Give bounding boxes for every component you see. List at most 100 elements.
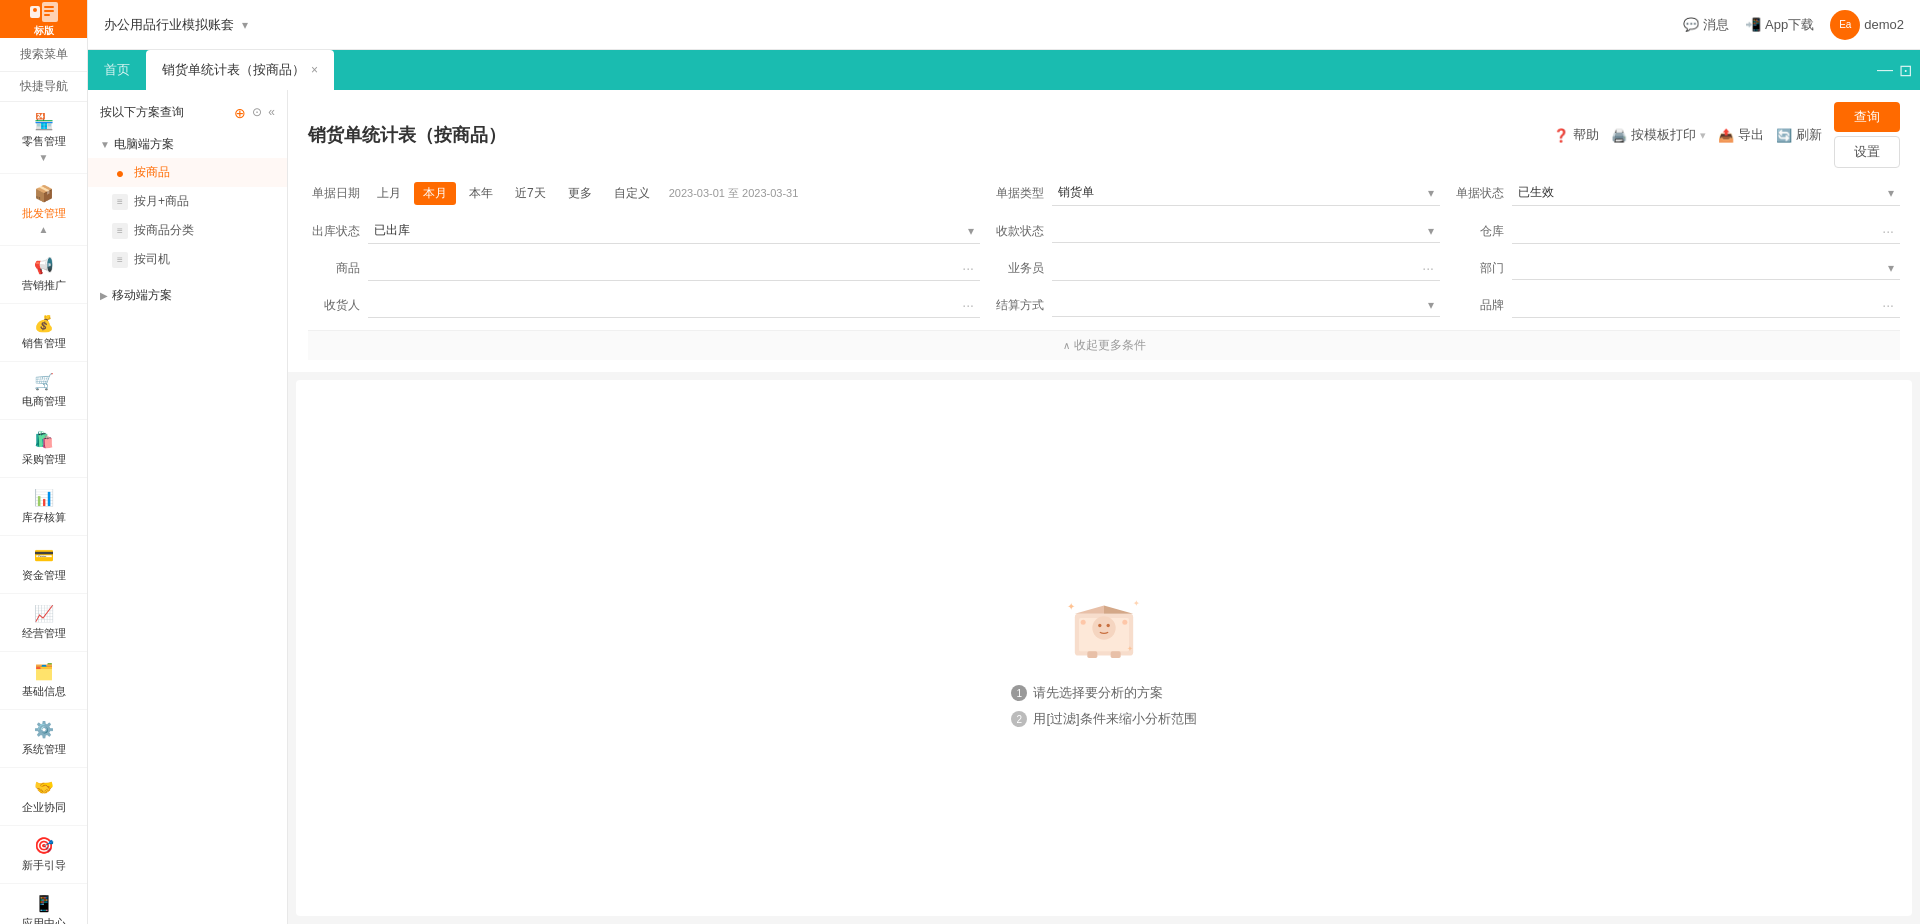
enterprise-icon: 🤝 xyxy=(34,778,54,797)
empty-tips: 1 请先选择要分析的方案 2 用[过滤]条件来缩小分析范围 xyxy=(1011,684,1196,728)
doctype-value[interactable]: 销货单 ▾ xyxy=(1052,180,1440,206)
inventory-icon: 📊 xyxy=(34,488,54,507)
apps-icon: 📱 xyxy=(34,894,54,913)
left-panel-icons: ⊕ ⊙ « xyxy=(234,105,275,121)
tip-num-1: 1 xyxy=(1011,685,1027,701)
sidebar-item-marketing[interactable]: 📢 营销推广 xyxy=(0,246,87,304)
sidebar-item-inventory[interactable]: 📊 库存核算 xyxy=(0,478,87,536)
scheme-category-icon: ≡ xyxy=(112,223,128,239)
svg-rect-13 xyxy=(1087,651,1097,658)
left-panel: 按以下方案查询 ⊕ ⊙ « ▼ 电脑端方案 ● 按商品 ≡ 按 xyxy=(88,90,288,924)
scheme-month-icon: ≡ xyxy=(112,194,128,210)
svg-text:✦: ✦ xyxy=(1067,601,1075,612)
tab-close-btn[interactable]: × xyxy=(311,63,318,77)
tab-maximize-icon[interactable]: ⊡ xyxy=(1899,61,1912,80)
collapse-panel-icon[interactable]: « xyxy=(268,105,275,121)
search-menu-btn[interactable]: 搜索菜单 xyxy=(0,38,87,72)
settings-scheme-icon[interactable]: ⊙ xyxy=(252,105,262,121)
logo-icon xyxy=(28,0,60,24)
filter-settlement-group: 结算方式 ▾ xyxy=(992,294,1440,317)
query-button[interactable]: 查询 xyxy=(1834,102,1900,132)
date-custom-btn[interactable]: 自定义 xyxy=(605,182,659,205)
collapse-icon: ∧ xyxy=(1063,340,1070,351)
tab-controls: — ⊡ xyxy=(1877,61,1920,80)
help-icon: ❓ xyxy=(1553,128,1569,143)
sidebar-item-basic[interactable]: 🗂️ 基础信息 xyxy=(0,652,87,710)
sidebar-item-apps[interactable]: 📱 应用中心 xyxy=(0,884,87,924)
desktop-schemes-category[interactable]: ▼ 电脑端方案 xyxy=(88,131,287,158)
settlement-dropdown-icon: ▾ xyxy=(1428,298,1434,312)
sidebar: 标版 搜索菜单 快捷导航 🏪 零售管理 ▼ 📦 批发管理 ▲ 📢 营销推广 💰 … xyxy=(0,0,88,924)
category-arrow: ▼ xyxy=(100,139,110,150)
main-area: 办公用品行业模拟账套 ▾ 💬 消息 📲 App下载 Ea demo2 首页 xyxy=(88,0,1920,924)
svg-text:✦: ✦ xyxy=(1127,645,1133,652)
help-btn[interactable]: ❓ 帮助 xyxy=(1553,126,1599,144)
refresh-btn[interactable]: 🔄 刷新 xyxy=(1776,126,1822,144)
tab-sales-stats[interactable]: 销货单统计表（按商品） × xyxy=(146,50,334,90)
mobile-arrow: ▶ xyxy=(100,290,108,301)
date-last-month-btn[interactable]: 上月 xyxy=(368,182,410,205)
industry-selector[interactable]: 办公用品行业模拟账套 ▾ xyxy=(104,16,248,34)
payment-value[interactable]: ▾ xyxy=(1052,220,1440,243)
retail-arrow: ▼ xyxy=(39,152,49,163)
sidebar-item-retail[interactable]: 🏪 零售管理 ▼ xyxy=(0,102,87,174)
download-icon: 📲 xyxy=(1745,17,1761,32)
ecommerce-icon: 🛒 xyxy=(34,372,54,391)
message-btn[interactable]: 💬 消息 xyxy=(1683,16,1729,34)
filter-docstatus-group: 单据状态 已生效 ▾ xyxy=(1452,180,1900,206)
scheme-by-scanner[interactable]: ≡ 按司机 xyxy=(88,245,287,274)
app-download-btn[interactable]: 📲 App下载 xyxy=(1745,16,1814,34)
sidebar-item-ecommerce[interactable]: 🛒 电商管理 xyxy=(0,362,87,420)
settings-button[interactable]: 设置 xyxy=(1834,136,1900,168)
mobile-schemes-category[interactable]: ▶ 移动端方案 xyxy=(88,282,287,309)
sidebar-item-wholesale[interactable]: 📦 批发管理 ▲ xyxy=(0,174,87,246)
finance-icon: 💳 xyxy=(34,546,54,565)
filter-section: 销货单统计表（按商品） ❓ 帮助 🖨️ 按模板打印 ▾ 📤 xyxy=(288,90,1920,372)
department-value[interactable]: ▾ xyxy=(1512,257,1900,280)
marketing-icon: 📢 xyxy=(34,256,54,275)
settlement-value[interactable]: ▾ xyxy=(1052,294,1440,317)
page-actions: ❓ 帮助 🖨️ 按模板打印 ▾ 📤 导出 � xyxy=(1553,102,1900,168)
sidebar-item-finance[interactable]: 💳 资金管理 xyxy=(0,536,87,594)
sidebar-item-system[interactable]: ⚙️ 系统管理 xyxy=(0,710,87,768)
sidebar-item-sales[interactable]: 💰 销售管理 xyxy=(0,304,87,362)
scheme-by-month-product[interactable]: ≡ 按月+商品 xyxy=(88,187,287,216)
tab-minimize-icon[interactable]: — xyxy=(1877,61,1893,79)
tab-home[interactable]: 首页 xyxy=(88,50,146,90)
product-value[interactable]: ··· xyxy=(368,256,980,281)
print-dropdown-icon: ▾ xyxy=(1700,129,1706,142)
date-this-year-btn[interactable]: 本年 xyxy=(460,182,502,205)
quick-nav-btn[interactable]: 快捷导航 xyxy=(0,72,87,102)
department-label: 部门 xyxy=(1452,260,1504,277)
filter-row-3: 商品 ··· 业务员 ··· 部门 xyxy=(308,256,1900,281)
docstatus-value[interactable]: 已生效 ▾ xyxy=(1512,180,1900,206)
brand-value[interactable]: ··· xyxy=(1512,293,1900,318)
sales-icon: 💰 xyxy=(34,314,54,333)
print-btn[interactable]: 🖨️ 按模板打印 ▾ xyxy=(1611,126,1706,144)
sidebar-item-purchase[interactable]: 🛍️ 采购管理 xyxy=(0,420,87,478)
outstatus-label: 出库状态 xyxy=(308,223,360,240)
add-scheme-icon[interactable]: ⊕ xyxy=(234,105,246,121)
sidebar-item-operation[interactable]: 📈 经营管理 xyxy=(0,594,87,652)
user-profile-btn[interactable]: Ea demo2 xyxy=(1830,10,1904,40)
scheme-product-icon: ● xyxy=(112,165,128,181)
sidebar-item-enterprise[interactable]: 🤝 企业协同 xyxy=(0,768,87,826)
outstatus-value[interactable]: 已出库 ▾ xyxy=(368,218,980,244)
scheme-by-category[interactable]: ≡ 按商品分类 xyxy=(88,216,287,245)
sidebar-item-guide[interactable]: 🎯 新手引导 xyxy=(0,826,87,884)
receiver-value[interactable]: ··· xyxy=(368,293,980,318)
date-this-month-btn[interactable]: 本月 xyxy=(414,182,456,205)
salesperson-dots-icon: ··· xyxy=(1422,260,1434,276)
empty-tip-2: 2 用[过滤]条件来缩小分析范围 xyxy=(1011,710,1196,728)
tip-num-2: 2 xyxy=(1011,711,1027,727)
svg-rect-14 xyxy=(1111,651,1121,658)
left-panel-header: 按以下方案查询 ⊕ ⊙ « xyxy=(88,98,287,127)
salesperson-label: 业务员 xyxy=(992,260,1044,277)
date-more-btn[interactable]: 更多 xyxy=(559,182,601,205)
warehouse-value[interactable]: ··· xyxy=(1512,219,1900,244)
export-btn[interactable]: 📤 导出 xyxy=(1718,126,1764,144)
collapse-filters-btn[interactable]: ∧ 收起更多条件 xyxy=(308,330,1900,360)
salesperson-value[interactable]: ··· xyxy=(1052,256,1440,281)
date-7days-btn[interactable]: 近7天 xyxy=(506,182,555,205)
scheme-by-product[interactable]: ● 按商品 xyxy=(88,158,287,187)
